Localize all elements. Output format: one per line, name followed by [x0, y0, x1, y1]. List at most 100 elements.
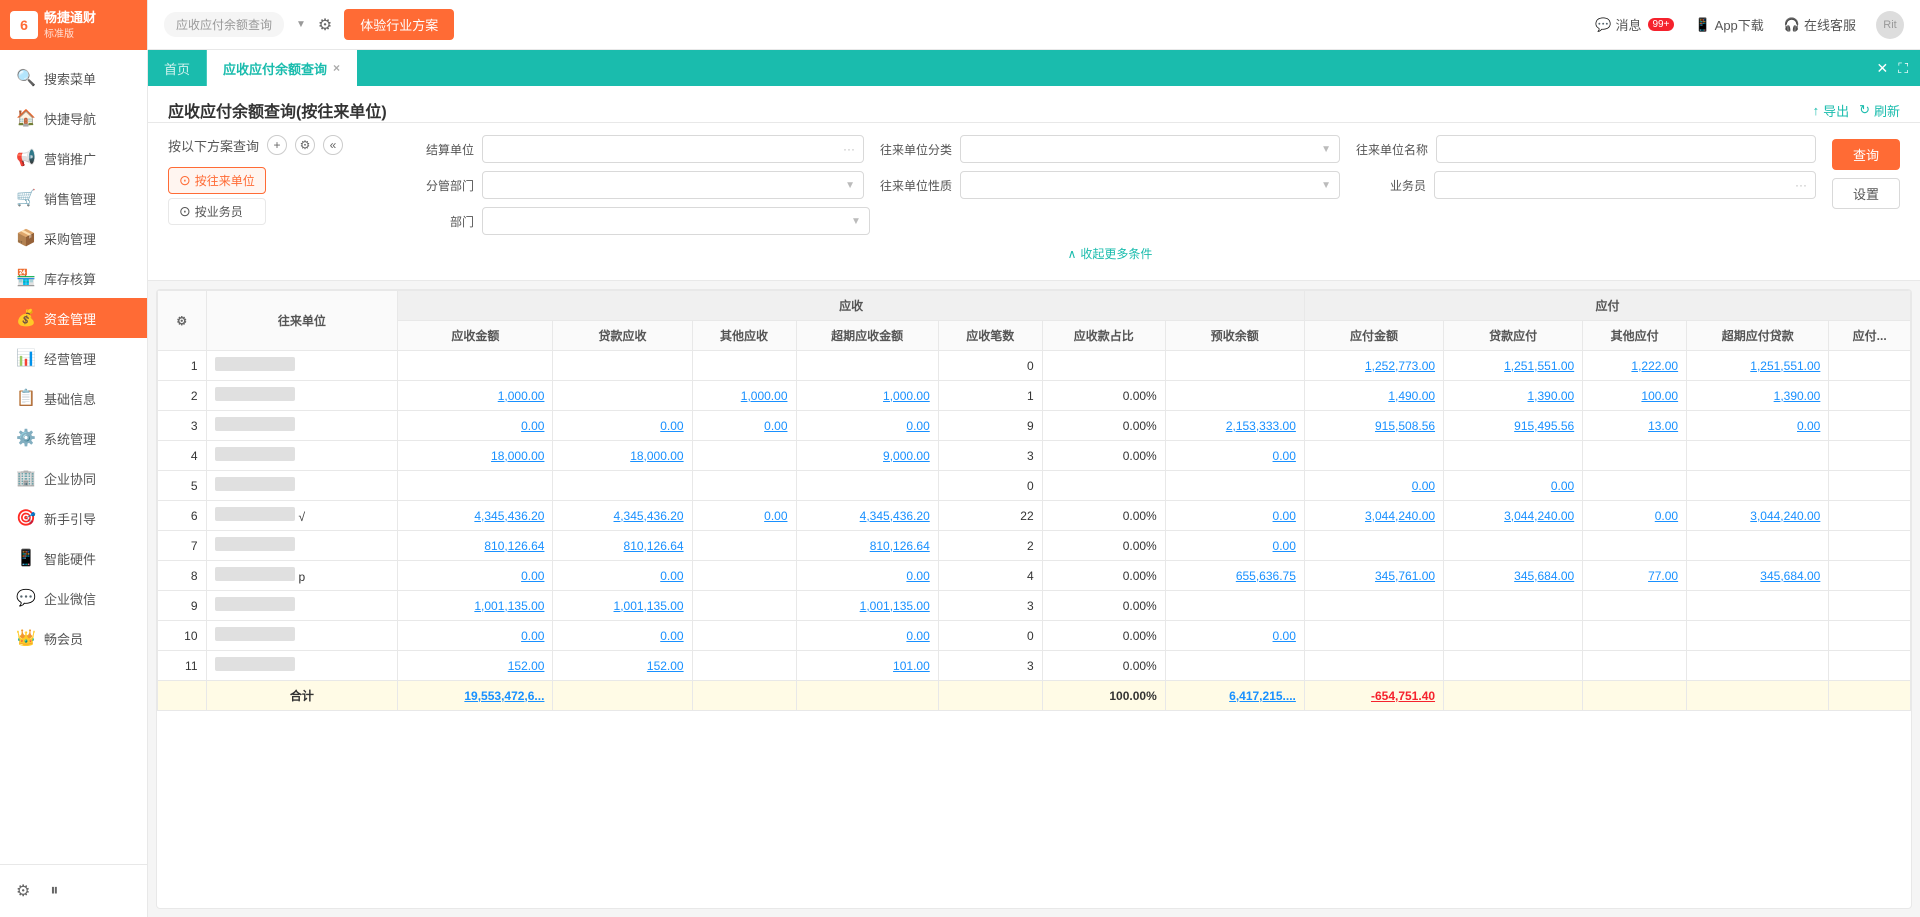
th-settings[interactable]: ⚙	[158, 291, 207, 351]
ar-loan[interactable]: 4,345,436.20	[553, 501, 692, 531]
ar-amount[interactable]: 0.00	[398, 561, 553, 591]
ap-amount[interactable]: 1,490.00	[1304, 381, 1443, 411]
sidebar-item-purchase[interactable]: 📦 采购管理	[0, 218, 147, 258]
ar-amount[interactable]: 1,000.00	[398, 381, 553, 411]
footer-ar-advance[interactable]: 6,417,215....	[1165, 681, 1304, 711]
ar-overdue[interactable]: 0.00	[796, 411, 938, 441]
filter-scheme-by-staff[interactable]: ⊙ 按业务员	[168, 198, 266, 225]
sidebar-item-member[interactable]: 👑 畅会员	[0, 618, 147, 658]
ap-loan[interactable]: 915,495.56	[1444, 411, 1583, 441]
ap-amount[interactable]: 345,761.00	[1304, 561, 1443, 591]
ar-other[interactable]: 0.00	[692, 501, 796, 531]
ar-advance[interactable]: 0.00	[1165, 621, 1304, 651]
ar-overdue[interactable]: 9,000.00	[796, 441, 938, 471]
refresh-button[interactable]: ↻ 刷新	[1859, 101, 1900, 120]
sidebar-item-finance[interactable]: 💰 资金管理	[0, 298, 147, 338]
breadcrumb-dropdown-arrow[interactable]: ▼	[296, 19, 306, 30]
sidebar-item-search[interactable]: 🔍 搜索菜单	[0, 58, 147, 98]
ap-overdue[interactable]: 345,684.00	[1687, 561, 1829, 591]
ar-overdue[interactable]: 1,001,135.00	[796, 591, 938, 621]
ar-amount[interactable]: 152.00	[398, 651, 553, 681]
department-input[interactable]: ▼	[482, 207, 870, 235]
ar-loan[interactable]: 152.00	[553, 651, 692, 681]
ar-amount[interactable]: 0.00	[398, 621, 553, 651]
ar-amount[interactable]: 1,001,135.00	[398, 591, 553, 621]
ap-loan[interactable]: 1,251,551.00	[1444, 351, 1583, 381]
sidebar-item-sales[interactable]: 🛒 销售管理	[0, 178, 147, 218]
filter-collapse-small-button[interactable]: «	[323, 135, 343, 155]
message-button[interactable]: 💬 消息 99+	[1595, 15, 1674, 34]
sidebar-item-marketing[interactable]: 📢 营销推广	[0, 138, 147, 178]
category-input[interactable]: ▼	[960, 135, 1340, 163]
ap-amount[interactable]: 1,252,773.00	[1304, 351, 1443, 381]
trial-industry-button[interactable]: 体验行业方案	[344, 9, 454, 40]
nature-input[interactable]: ▼	[960, 171, 1340, 199]
ap-amount[interactable]: 915,508.56	[1304, 411, 1443, 441]
sidebar-item-basic[interactable]: 📋 基础信息	[0, 378, 147, 418]
ar-overdue[interactable]: 4,345,436.20	[796, 501, 938, 531]
filter-settings-button[interactable]: ⚙	[295, 135, 315, 155]
tab-ar-ap[interactable]: 应收应付余额查询 ×	[207, 50, 357, 86]
ar-overdue[interactable]: 101.00	[796, 651, 938, 681]
ar-amount[interactable]: 4,345,436.20	[398, 501, 553, 531]
sidebar-item-corp[interactable]: 🏢 企业协同	[0, 458, 147, 498]
sidebar-item-inventory[interactable]: 🏪 库存核算	[0, 258, 147, 298]
filter-scheme-by-unit[interactable]: ⊙ 按往来单位	[168, 167, 266, 194]
ar-loan[interactable]: 0.00	[553, 621, 692, 651]
ar-overdue[interactable]: 1,000.00	[796, 381, 938, 411]
ar-overdue[interactable]: 0.00	[796, 561, 938, 591]
tab-expand-icon[interactable]: ⛶	[1898, 60, 1908, 77]
sidebar-item-wechat[interactable]: 💬 企业微信	[0, 578, 147, 618]
ar-amount[interactable]: 0.00	[398, 411, 553, 441]
ap-loan[interactable]: 1,390.00	[1444, 381, 1583, 411]
ar-advance[interactable]: 655,636.75	[1165, 561, 1304, 591]
filter-add-button[interactable]: +	[267, 135, 287, 155]
sidebar-item-quick[interactable]: 🏠 快捷导航	[0, 98, 147, 138]
ap-overdue[interactable]: 1,251,551.00	[1687, 351, 1829, 381]
footer-ar-total[interactable]: 19,553,472,6...	[398, 681, 553, 711]
ap-overdue[interactable]: 1,390.00	[1687, 381, 1829, 411]
ap-loan[interactable]: 345,684.00	[1444, 561, 1583, 591]
export-button[interactable]: ↑ 导出	[1813, 101, 1850, 120]
ap-overdue[interactable]: 3,044,240.00	[1687, 501, 1829, 531]
tab-close-all-icon[interactable]: ✕	[1876, 60, 1888, 77]
ap-overdue[interactable]: 0.00	[1687, 411, 1829, 441]
ar-loan[interactable]: 810,126.64	[553, 531, 692, 561]
sidebar-collapse-btn[interactable]: ⏸	[50, 882, 58, 900]
ap-loan[interactable]: 3,044,240.00	[1444, 501, 1583, 531]
sidebar-item-operation[interactable]: 📊 经营管理	[0, 338, 147, 378]
ar-amount[interactable]: 810,126.64	[398, 531, 553, 561]
ar-other[interactable]: 0.00	[692, 411, 796, 441]
ap-other[interactable]: 100.00	[1583, 381, 1687, 411]
ar-overdue[interactable]: 810,126.64	[796, 531, 938, 561]
query-button[interactable]: 查询	[1832, 139, 1900, 170]
ap-other[interactable]: 0.00	[1583, 501, 1687, 531]
dept-input[interactable]: ▼	[482, 171, 864, 199]
ar-advance[interactable]: 0.00	[1165, 441, 1304, 471]
ap-amount[interactable]: 3,044,240.00	[1304, 501, 1443, 531]
unitname-input[interactable]	[1436, 135, 1816, 163]
ar-overdue[interactable]: 0.00	[796, 621, 938, 651]
header-settings-icon[interactable]: ⚙	[318, 15, 332, 35]
filter-collapse-button[interactable]: ∧ 收起更多条件	[404, 239, 1816, 268]
ar-amount[interactable]: 18,000.00	[398, 441, 553, 471]
app-download-button[interactable]: 📱 App下载	[1694, 15, 1763, 34]
settlement-input[interactable]: ···	[482, 135, 864, 163]
sidebar-settings-btn[interactable]: ⚙	[16, 881, 30, 901]
footer-ap-overdue[interactable]: -654,751.40	[1304, 681, 1443, 711]
ar-loan[interactable]: 18,000.00	[553, 441, 692, 471]
ar-loan[interactable]: 0.00	[553, 561, 692, 591]
sidebar-item-system[interactable]: ⚙️ 系统管理	[0, 418, 147, 458]
tab-home[interactable]: 首页	[148, 50, 207, 86]
ar-loan[interactable]: 0.00	[553, 411, 692, 441]
ap-other[interactable]: 1,222.00	[1583, 351, 1687, 381]
ap-amount[interactable]: 0.00	[1304, 471, 1443, 501]
ar-advance[interactable]: 0.00	[1165, 531, 1304, 561]
ap-other[interactable]: 13.00	[1583, 411, 1687, 441]
ar-advance[interactable]: 2,153,333.00	[1165, 411, 1304, 441]
tab-close-icon[interactable]: ×	[333, 61, 340, 75]
ar-other[interactable]: 1,000.00	[692, 381, 796, 411]
ap-loan[interactable]: 0.00	[1444, 471, 1583, 501]
user-avatar[interactable]: Rit	[1876, 11, 1904, 39]
staff-input[interactable]: ···	[1434, 171, 1816, 199]
